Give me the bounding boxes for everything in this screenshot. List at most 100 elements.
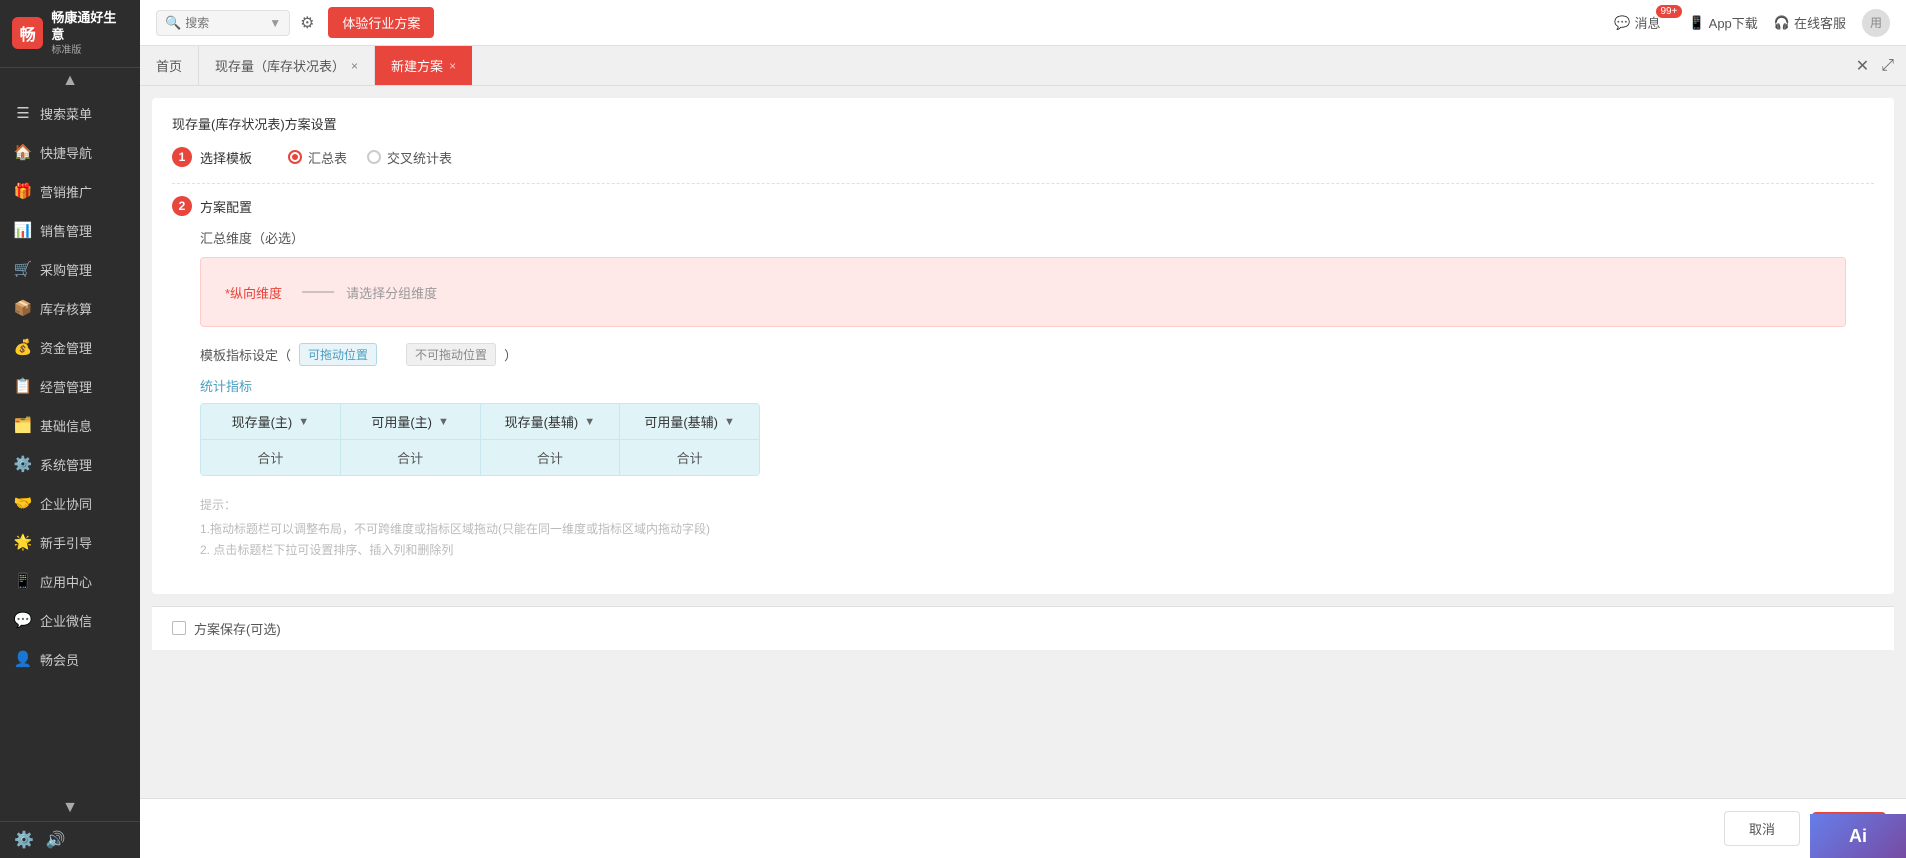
sidebar-item-label: 销售管理 (40, 221, 92, 240)
tab-new-scheme-close[interactable]: × (449, 59, 456, 73)
step2-header: 2 方案配置 (172, 196, 1874, 216)
chevron-down-icon: ▼ (724, 416, 735, 428)
user-icon: 👤 (14, 650, 32, 668)
message-btn[interactable]: 💬 消息 99+ (1614, 13, 1672, 32)
sidebar-item-system[interactable]: ⚙️ 系统管理 (0, 445, 140, 484)
sidebar-item-label: 应用中心 (40, 572, 92, 591)
stats-col-1: 现存量(主) ▼ 合计 (201, 404, 341, 475)
tab-new-scheme[interactable]: 新建方案 × (375, 46, 472, 85)
stats-col-4-label: 可用量(基辅) (644, 412, 718, 431)
tag-not-draggable: 不可拖动位置 (406, 343, 496, 366)
sidebar-item-ops[interactable]: 📋 经营管理 (0, 367, 140, 406)
dimension-label: *纵向维度 (225, 283, 282, 302)
sidebar-item-label: 搜索菜单 (40, 104, 92, 123)
speaker-icon[interactable]: 🔊 (46, 830, 66, 850)
sidebar-nav: ☰ 搜索菜单 🏠 快捷导航 🎁 营销推广 📊 销售管理 🛒 采购管理 📦 库存核… (0, 94, 140, 795)
search-icon: ☰ (14, 104, 32, 122)
radio-cross-label: 交叉统计表 (387, 148, 452, 167)
sidebar-item-label: 畅会员 (40, 650, 79, 669)
sidebar-item-label: 新手引导 (40, 533, 92, 552)
chevron-down-icon: ▼ (269, 16, 281, 30)
sidebar-item-member[interactable]: 👤 畅会员 (0, 640, 140, 679)
ai-float-button[interactable]: Ai (1810, 814, 1906, 858)
stats-col-3-value: 合计 (481, 440, 620, 475)
tab-inventory-close[interactable]: × (351, 59, 358, 73)
search-box[interactable]: 🔍 ▼ (156, 10, 290, 36)
box-icon: 📦 (14, 299, 32, 317)
step1-title: 选择模板 (200, 148, 252, 167)
topbar-gear-icon[interactable]: ⚙ (300, 13, 314, 33)
tab-right-buttons: ✕ ⤢ (1852, 52, 1906, 80)
stats-col-3-label: 现存量(基辅) (505, 412, 579, 431)
save-label: 方案保存(可选) (194, 619, 281, 638)
app-download-btn[interactable]: 📱 App下载 (1688, 13, 1757, 32)
radio-cross-dot (367, 150, 381, 164)
sidebar-item-inventory[interactable]: 📦 库存核算 (0, 289, 140, 328)
stats-col-2-header[interactable]: 可用量(主) ▼ (341, 404, 480, 440)
sidebar-item-new-user[interactable]: 🌟 新手引导 (0, 523, 140, 562)
stats-col-1-header[interactable]: 现存量(主) ▼ (201, 404, 340, 440)
handshake-icon: 🤝 (14, 494, 32, 512)
divider-1 (172, 183, 1874, 184)
settings-icon[interactable]: ⚙️ (14, 830, 34, 850)
clipboard-icon: 📋 (14, 377, 32, 395)
stats-col-3-header[interactable]: 现存量(基辅) ▼ (481, 404, 620, 440)
radio-summary-label: 汇总表 (308, 148, 347, 167)
tabbar: 首页 现存量（库存状况表） × 新建方案 × ✕ ⤢ (140, 46, 1906, 86)
sidebar-item-label: 企业微信 (40, 611, 92, 630)
app-download-label: App下载 (1709, 13, 1758, 32)
dimension-placeholder: 请选择分组维度 (346, 283, 437, 302)
radio-summary[interactable]: 汇总表 (288, 148, 347, 167)
stats-col-4-header[interactable]: 可用量(基辅) ▼ (620, 404, 759, 440)
dimension-area[interactable]: *纵向维度 —— 请选择分组维度 (200, 257, 1846, 327)
indicator-label-text: 模板指标设定（ (200, 345, 291, 364)
sidebar-item-purchase[interactable]: 🛒 采购管理 (0, 250, 140, 289)
logo-text: 畅康通好生意 标准版 (51, 10, 128, 57)
sidebar-item-app-center[interactable]: 📱 应用中心 (0, 562, 140, 601)
sidebar-item-base[interactable]: 🗂️ 基础信息 (0, 406, 140, 445)
sidebar-item-wechat[interactable]: 💬 企业微信 (0, 601, 140, 640)
folder-icon: 🗂️ (14, 416, 32, 434)
step1-number: 1 (172, 147, 192, 167)
bottom-bar: 取消 查询 (140, 798, 1906, 858)
sidebar-scroll-down[interactable]: ▼ (0, 795, 140, 821)
sidebar-item-marketing[interactable]: 🎁 营销推广 (0, 172, 140, 211)
expand-button[interactable]: ⤢ (1877, 53, 1898, 79)
stats-col-4: 可用量(基辅) ▼ 合计 (620, 404, 759, 475)
download-icon: 📱 (1688, 15, 1704, 31)
main-area: 🔍 ▼ ⚙ 体验行业方案 💬 消息 99+ 📱 App下载 🎧 在线客服 用 (140, 0, 1906, 858)
radio-cross[interactable]: 交叉统计表 (367, 148, 452, 167)
sidebar-item-search[interactable]: ☰ 搜索菜单 (0, 94, 140, 133)
sidebar-item-label: 资金管理 (40, 338, 92, 357)
indicator-separator (385, 345, 398, 364)
stats-col-4-value: 合计 (620, 440, 759, 475)
sidebar-item-sales[interactable]: 📊 销售管理 (0, 211, 140, 250)
step2-title: 方案配置 (200, 197, 252, 216)
trial-button[interactable]: 体验行业方案 (328, 7, 434, 38)
sidebar-item-finance[interactable]: 💰 资金管理 (0, 328, 140, 367)
save-area: 方案保存(可选) (152, 606, 1894, 650)
sidebar-item-quick-nav[interactable]: 🏠 快捷导航 (0, 133, 140, 172)
tab-home[interactable]: 首页 (140, 46, 199, 85)
tab-new-scheme-label: 新建方案 (391, 56, 443, 75)
cancel-button[interactable]: 取消 (1724, 811, 1800, 846)
config-panel: 现存量(库存状况表)方案设置 1 选择模板 汇总表 交叉统计表 (152, 98, 1894, 594)
message-badge: 99+ (1656, 5, 1683, 18)
search-input[interactable] (185, 16, 265, 30)
stats-section-label: 统计指标 (200, 376, 1846, 395)
indicator-settings: 模板指标设定（ 可拖动位置 不可拖动位置 ） 统计指标 现存量(主) (200, 343, 1846, 479)
sidebar-item-label: 快捷导航 (40, 143, 92, 162)
tips-section: 提示： 1.拖动标题栏可以调整布局，不可跨维度或指标区域拖动(只能在同一维度或指… (200, 495, 1846, 562)
sidebar-scroll-up[interactable]: ▲ (0, 68, 140, 94)
save-checkbox[interactable] (172, 621, 186, 635)
close-panel-button[interactable]: ✕ (1852, 52, 1873, 80)
avatar[interactable]: 用 (1862, 9, 1890, 37)
online-support-btn[interactable]: 🎧 在线客服 (1774, 13, 1846, 32)
indicator-label: 模板指标设定（ 可拖动位置 不可拖动位置 ） (200, 343, 1846, 366)
gift-icon: 🎁 (14, 182, 32, 200)
sidebar-item-label: 采购管理 (40, 260, 92, 279)
tab-inventory[interactable]: 现存量（库存状况表） × (199, 46, 375, 85)
sidebar-item-label: 营销推广 (40, 182, 92, 201)
sidebar-item-label: 基础信息 (40, 416, 92, 435)
sidebar-item-enterprise[interactable]: 🤝 企业协同 (0, 484, 140, 523)
